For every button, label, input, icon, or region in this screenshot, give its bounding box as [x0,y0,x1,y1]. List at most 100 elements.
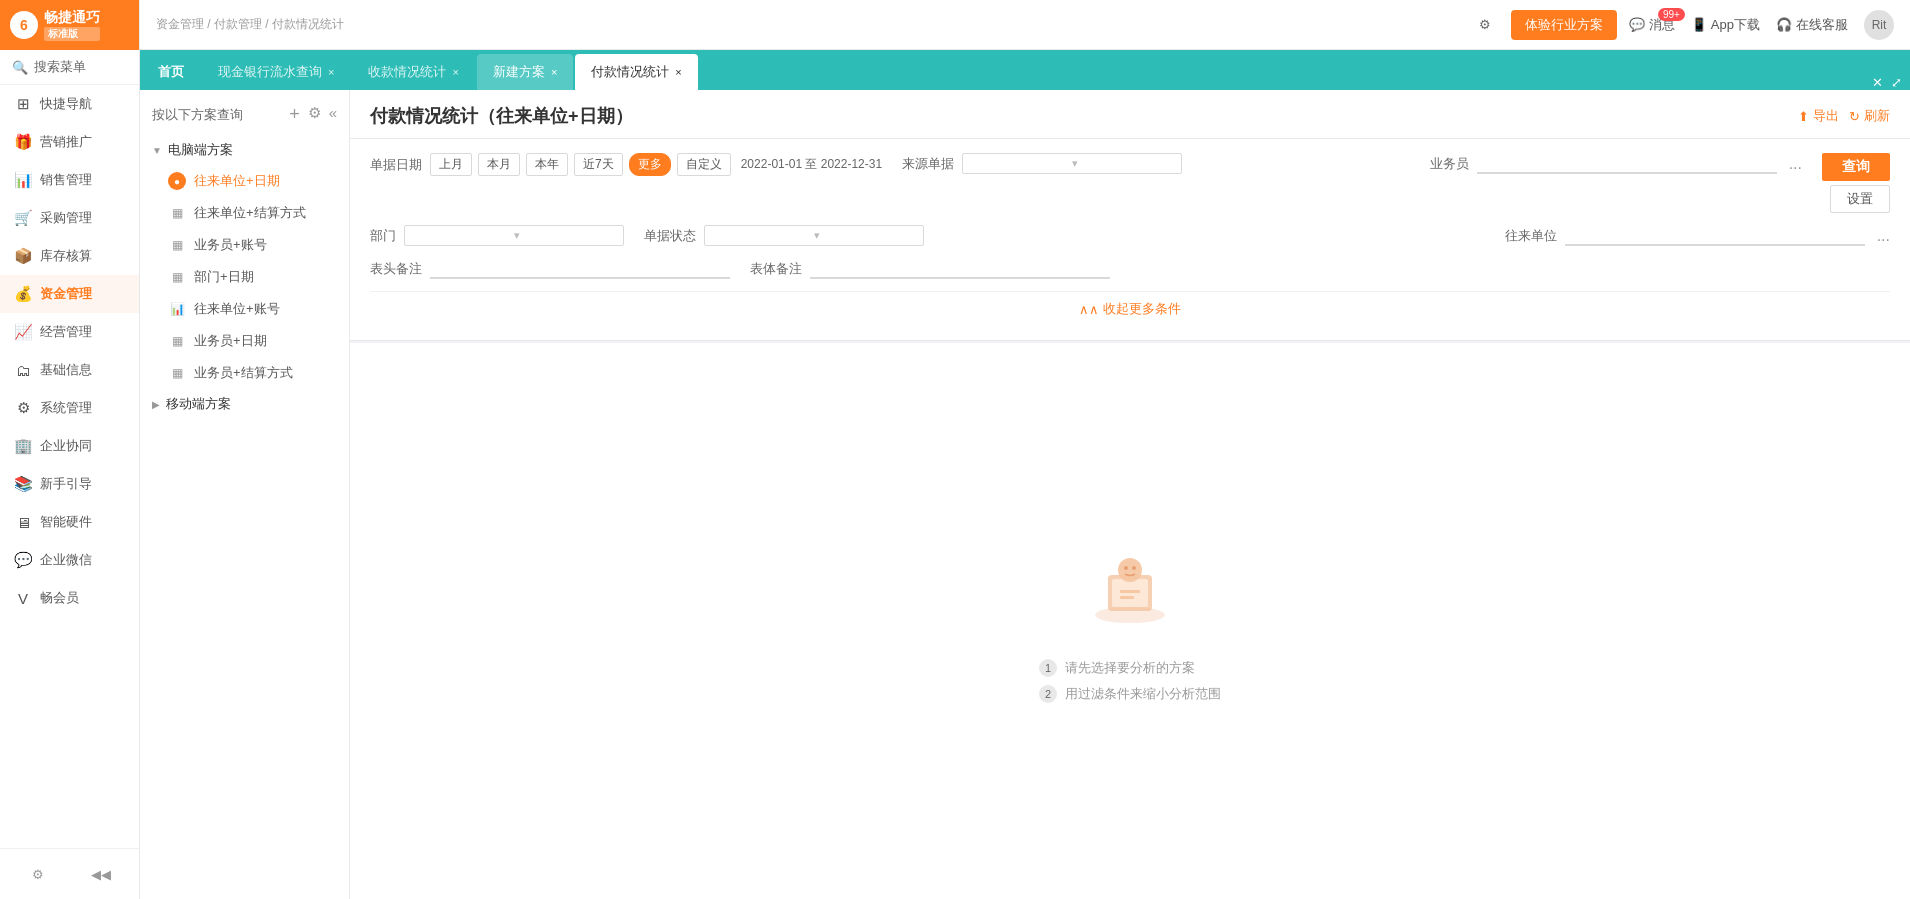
tab-bank-flow-label: 现金银行流水查询 [218,63,322,81]
expand-icon[interactable]: ⤢ [1891,75,1902,90]
date-btn-this-year[interactable]: 本年 [526,153,568,176]
right-content: 付款情况统计（往来单位+日期） ⬆ 导出 ↻ 刷新 单 [350,90,1910,899]
svg-point-5 [1132,566,1136,570]
mobile-plan-title[interactable]: ▶ 移动端方案 [140,389,349,419]
header-note-input[interactable] [430,258,730,278]
gear-icon: ⚙ [1479,17,1491,32]
export-btn[interactable]: ⬆ 导出 [1798,107,1839,125]
sidebar-settings-btn[interactable]: ⚙ [10,859,66,889]
topbar-settings-btn[interactable]: ⚙ [1471,11,1499,39]
refresh-label: 刷新 [1864,107,1890,125]
date-btn-custom[interactable]: 自定义 [677,153,731,176]
logo-icon: 6 [10,11,38,39]
sidebar-item-label: 销售管理 [40,171,92,189]
svg-point-3 [1118,558,1142,582]
plan-label-partner-settle: 往来单位+结算方式 [194,204,306,222]
body-note-input[interactable] [810,258,1110,278]
sidebar-item-wechat[interactable]: 💬 企业微信 [0,541,139,579]
date-options: 上月 本月 本年 近7天 更多 自定义 2022-01-01 至 2022-12… [430,153,882,176]
sidebar-item-quick-nav[interactable]: ⊞ 快捷导航 [0,85,139,123]
app-download-btn[interactable]: 📱 App下载 [1691,16,1760,34]
sidebar-item-purchase[interactable]: 🛒 采购管理 [0,199,139,237]
plan-item-employee-settle[interactable]: ▦ 业务员+结算方式 [140,357,349,389]
date-btn-this-month[interactable]: 本月 [478,153,520,176]
tab-new-plan[interactable]: 新建方案 × [477,54,573,90]
bill-status-group: 单据状态 ▾ [644,225,1485,246]
date-btn-last7[interactable]: 近7天 [574,153,623,176]
tab-payment-stats-close[interactable]: × [675,66,681,78]
sidebar-item-basic[interactable]: 🗂 基础信息 [0,351,139,389]
header-note-input-wrapper [430,258,730,279]
sidebar-item-sales[interactable]: 📊 销售管理 [0,161,139,199]
plan-item-partner-settle[interactable]: ▦ 往来单位+结算方式 [140,197,349,229]
service-icon: 🎧 [1776,17,1792,32]
plan-item-partner-date[interactable]: ● 往来单位+日期 [140,165,349,197]
mobile-plan-group: ▶ 移动端方案 [140,389,349,419]
sidebar-item-operation[interactable]: 📈 经营管理 [0,313,139,351]
plan-label-partner-date: 往来单位+日期 [194,172,280,190]
employee-input[interactable] [1477,153,1777,173]
bill-status-select[interactable]: ▾ [704,225,924,246]
sidebar-item-member[interactable]: V 畅会员 [0,579,139,617]
filter-row-2: 部门 ▾ 单据状态 ▾ 往来单位 [370,225,1890,246]
sidebar-item-guide[interactable]: 📚 新手引导 [0,465,139,503]
sidebar-item-marketing[interactable]: 🎁 营销推广 [0,123,139,161]
desktop-plan-title[interactable]: ▼ 电脑端方案 [140,135,349,165]
user-avatar[interactable]: Rit [1864,10,1894,40]
query-btn[interactable]: 查询 [1822,153,1890,181]
close-all-icon[interactable]: ✕ [1872,75,1883,90]
header-note-label: 表头备注 [370,260,422,278]
set-btn[interactable]: 设置 [1830,185,1890,213]
sidebar-item-inventory[interactable]: 📦 库存核算 [0,237,139,275]
sidebar-collapse-btn[interactable]: ◀◀ [74,859,130,889]
tab-bank-flow-close[interactable]: × [328,66,334,78]
tab-collection-close[interactable]: × [452,66,458,78]
sidebar-item-label: 智能硬件 [40,513,92,531]
plan-item-dept-date[interactable]: ▦ 部门+日期 [140,261,349,293]
tab-bank-flow[interactable]: 现金银行流水查询 × [202,54,350,90]
add-plan-btn[interactable]: + [289,104,300,125]
search-menu[interactable]: 🔍 搜索菜单 [0,50,139,85]
source-select[interactable]: ▾ [962,153,1182,174]
tab-collection-label: 收款情况统计 [368,63,446,81]
tab-payment-stats[interactable]: 付款情况统计 × [575,54,697,90]
partner-input[interactable] [1565,225,1865,245]
sidebar-item-enterprise[interactable]: 🏢 企业协同 [0,427,139,465]
empty-svg [1080,540,1180,640]
collapse-up-icon: ∧∧ [1079,302,1099,317]
panel-collapse-btn[interactable]: « [329,104,337,125]
employee-dots[interactable]: ... [1789,155,1802,173]
plan-icon-partner-date: ● [168,172,186,190]
sidebar-item-system[interactable]: ⚙ 系统管理 [0,389,139,427]
sidebar-item-hardware[interactable]: 🖥 智能硬件 [0,503,139,541]
dept-select[interactable]: ▾ [404,225,624,246]
tab-collection[interactable]: 收款情况统计 × [352,54,474,90]
online-service-btn[interactable]: 🎧 在线客服 [1776,16,1848,34]
message-badge: 99+ [1658,8,1685,21]
sidebar-item-label: 畅会员 [40,589,79,607]
tab-home[interactable]: 首页 [142,54,200,90]
tab-new-plan-close[interactable]: × [551,66,557,78]
plan-icon-partner-settle: ▦ [168,204,186,222]
date-btn-last-month[interactable]: 上月 [430,153,472,176]
sidebar-item-label: 新手引导 [40,475,92,493]
plan-item-employee-account[interactable]: ▦ 业务员+账号 [140,229,349,261]
plan-item-partner-account[interactable]: 📊 往来单位+账号 [140,293,349,325]
tab-payment-stats-label: 付款情况统计 [591,63,669,81]
plan-item-employee-date[interactable]: ▦ 业务员+日期 [140,325,349,357]
date-btn-more[interactable]: 更多 [629,153,671,176]
plan-settings-btn[interactable]: ⚙ [308,104,321,125]
sidebar-item-finance[interactable]: 💰 资金管理 [0,275,139,313]
source-select-arrow: ▾ [1072,157,1173,170]
trial-btn[interactable]: 体验行业方案 [1511,10,1617,40]
message-btn[interactable]: 💬 消息 99+ [1629,16,1675,34]
tip-num-1: 1 [1039,659,1057,677]
bill-status-label: 单据状态 [644,227,696,245]
collapse-more-btn[interactable]: ∧∧ 收起更多条件 [1071,292,1189,326]
partner-dots[interactable]: ... [1877,227,1890,245]
page-header: 付款情况统计（往来单位+日期） ⬆ 导出 ↻ 刷新 [350,90,1910,139]
plan-icon-dept-date: ▦ [168,268,186,286]
refresh-icon: ↻ [1849,109,1860,124]
sidebar-bottom: ⚙ ◀◀ [0,848,139,899]
refresh-btn[interactable]: ↻ 刷新 [1849,107,1890,125]
